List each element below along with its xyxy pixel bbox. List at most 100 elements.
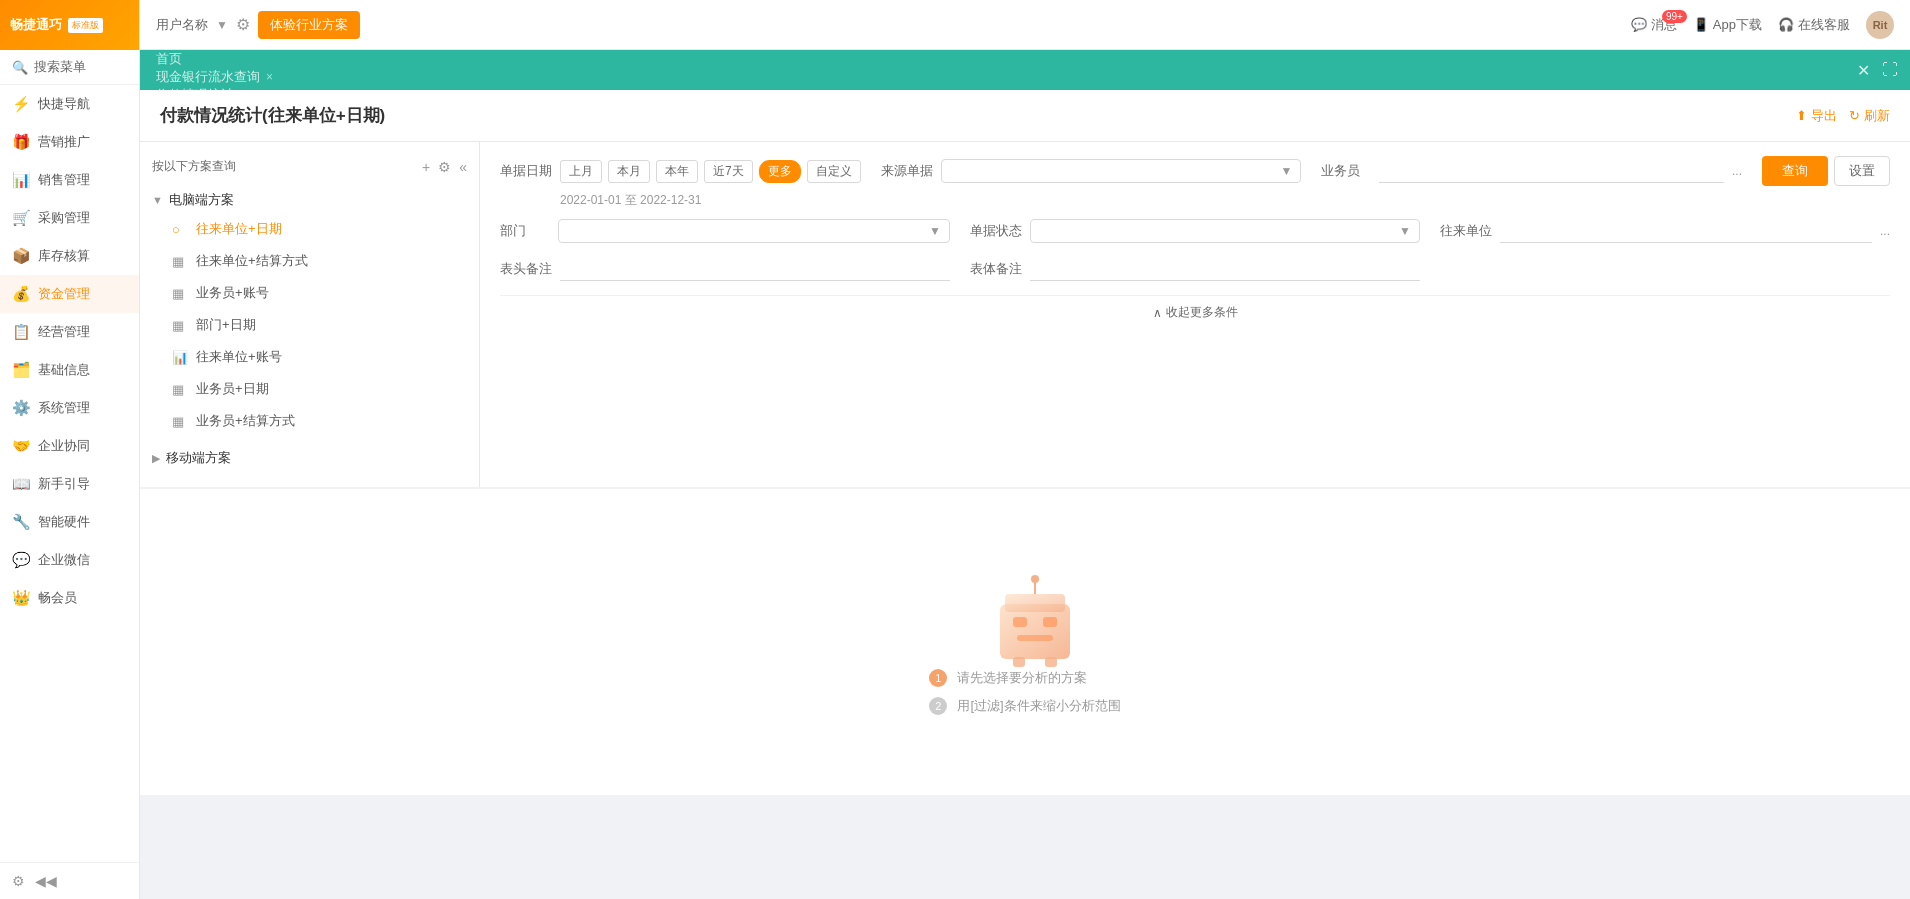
counterpart-field: 往来单位 ... <box>1440 219 1890 243</box>
scheme-item-dept-date[interactable]: ▦部门+日期 <box>140 309 479 341</box>
online-service-button[interactable]: 🎧 在线客服 <box>1778 16 1850 34</box>
doc-status-field: 单据状态 ▼ <box>970 219 1420 243</box>
sidebar-search[interactable]: 🔍 搜索菜单 <box>0 50 139 85</box>
sidebar-item-quick-nav[interactable]: ⚡快捷导航 <box>0 85 139 123</box>
sidebar-item-member[interactable]: 👑畅会员 <box>0 579 139 617</box>
notifications-badge: 99+ <box>1662 10 1687 23</box>
sidebar-item-system[interactable]: ⚙️系统管理 <box>0 389 139 427</box>
dept-label: 部门 <box>500 222 550 240</box>
scheme-icon-counterpart-date: ○ <box>172 222 188 237</box>
hint-text-1: 请先选择要分析的方案 <box>957 669 1087 687</box>
refresh-label: 刷新 <box>1864 107 1890 125</box>
query-button[interactable]: 查询 <box>1762 156 1828 186</box>
sidebar: 畅捷通巧 标准版 🔍 搜索菜单 ⚡快捷导航🎁营销推广📊销售管理🛒采购管理📦库存核… <box>0 0 140 899</box>
tab-close-bank-flow[interactable]: × <box>266 70 273 84</box>
sidebar-item-wechat[interactable]: 💬企业微信 <box>0 541 139 579</box>
doc-status-select[interactable]: ▼ <box>1030 219 1420 243</box>
tabbar-actions: ✕ ⛶ <box>1845 50 1910 90</box>
notifications-button[interactable]: 💬 消息 99+ <box>1631 16 1677 34</box>
app-icon: 📱 <box>1693 17 1709 32</box>
sidebar-item-inventory[interactable]: 📦 库存核算 <box>0 237 139 275</box>
body-note-input[interactable] <box>1030 257 1420 281</box>
source-doc-select[interactable]: ▼ <box>941 159 1302 183</box>
header-note-input[interactable] <box>560 257 950 281</box>
scheme-icon-counterpart-settle: ▦ <box>172 254 188 269</box>
sidebar-icon-inventory: 📦 <box>12 247 30 265</box>
tab-home[interactable]: 首页 <box>140 50 289 68</box>
sidebar-icon-wechat: 💬 <box>12 551 30 569</box>
mobile-scheme-group-header[interactable]: ▶ 移动端方案 <box>140 445 479 471</box>
scheme-add-icon[interactable]: + <box>422 159 430 175</box>
sidebar-icon-enterprise: 🤝 <box>12 437 30 455</box>
salesman-label: 业务员 <box>1321 162 1371 180</box>
scheme-item-counterpart-account[interactable]: 📊往来单位+账号 <box>140 341 479 373</box>
sidebar-label-inventory: 库存核算 <box>38 247 90 265</box>
sidebar-item-finance[interactable]: 💰资金管理 <box>0 275 139 313</box>
scheme-item-counterpart-date[interactable]: ○往来单位+日期 <box>140 213 479 245</box>
scheme-item-salesman-date[interactable]: ▦业务员+日期 <box>140 373 479 405</box>
sidebar-item-enterprise[interactable]: 🤝企业协同 <box>0 427 139 465</box>
sidebar-item-purchase[interactable]: 🛒采购管理 <box>0 199 139 237</box>
sidebar-icon-operations: 📋 <box>12 323 30 341</box>
sidebar-collapse-icon[interactable]: ◀◀ <box>35 873 57 889</box>
date-btn-上月[interactable]: 上月 <box>560 160 602 183</box>
tab-bank-flow[interactable]: 现金银行流水查询× <box>140 68 289 86</box>
order-date-field: 单据日期 上月本月本年近7天更多自定义 <box>500 160 861 183</box>
collapse-label: 收起更多条件 <box>1166 304 1238 321</box>
close-tab-icon[interactable]: ✕ <box>1857 61 1870 80</box>
settings-button[interactable]: 设置 <box>1834 156 1890 186</box>
scheme-settings-icon[interactable]: ⚙ <box>438 159 451 175</box>
date-btn-自定义[interactable]: 自定义 <box>807 160 861 183</box>
sidebar-icon-marketing: 🎁 <box>12 133 30 151</box>
message-icon: 💬 <box>1631 17 1647 32</box>
scheme-item-salesman-settle[interactable]: ▦业务员+结算方式 <box>140 405 479 437</box>
topbar: 用户名称 ▼ ⚙ 体验行业方案 💬 消息 99+ 📱 App下载 🎧 在线客服 … <box>140 0 1910 50</box>
collapse-more-button[interactable]: ∧ 收起更多条件 <box>500 295 1890 329</box>
sidebar-logo: 畅捷通巧 <box>10 16 62 34</box>
sidebar-item-hardware[interactable]: 🔧智能硬件 <box>0 503 139 541</box>
svg-rect-2 <box>1013 617 1027 627</box>
sidebar-item-basic-info[interactable]: 🗂️基础信息 <box>0 351 139 389</box>
avatar[interactable]: Rit <box>1866 11 1894 39</box>
tab-list: 首页现金银行流水查询×收款情况统计×新建方案×付款情况统计× <box>140 50 289 90</box>
sidebar-settings-icon[interactable]: ⚙ <box>12 873 25 889</box>
sidebar-icon-finance: 💰 <box>12 285 30 303</box>
scheme-label-counterpart-account: 往来单位+账号 <box>196 348 282 366</box>
date-btn-近7天[interactable]: 近7天 <box>704 160 753 183</box>
sidebar-label-sales: 销售管理 <box>38 171 90 189</box>
scheme-label-counterpart-settle: 往来单位+结算方式 <box>196 252 308 270</box>
svg-rect-8 <box>1045 657 1057 667</box>
sidebar-label-guide: 新手引导 <box>38 475 90 493</box>
sidebar-item-operations[interactable]: 📋经营管理 <box>0 313 139 351</box>
scheme-sidebar-title: 按以下方案查询 <box>152 158 414 175</box>
svg-rect-0 <box>1000 604 1070 659</box>
salesman-input[interactable] <box>1379 159 1724 183</box>
scheme-collapse-icon[interactable]: « <box>459 159 467 175</box>
sidebar-icon-sales: 📊 <box>12 171 30 189</box>
dept-select[interactable]: ▼ <box>558 219 950 243</box>
date-btn-本月[interactable]: 本月 <box>608 160 650 183</box>
counterpart-input[interactable] <box>1500 219 1872 243</box>
topbar-dropdown-arrow[interactable]: ▼ <box>216 18 228 32</box>
body-note-field: 表体备注 <box>970 257 1420 281</box>
app-download-button[interactable]: 📱 App下载 <box>1693 16 1762 34</box>
expand-tab-icon[interactable]: ⛶ <box>1882 61 1898 79</box>
export-button[interactable]: ⬆ 导出 <box>1796 107 1837 125</box>
sidebar-item-guide[interactable]: 📖新手引导 <box>0 465 139 503</box>
sidebar-item-sales[interactable]: 📊 销售管理 <box>0 161 139 199</box>
export-icon: ⬆ <box>1796 108 1807 123</box>
salesman-dots: ... <box>1732 164 1742 178</box>
counterpart-label: 往来单位 <box>1440 222 1492 240</box>
collapse-icon: ∧ <box>1153 306 1162 320</box>
refresh-button[interactable]: ↻ 刷新 <box>1849 107 1890 125</box>
sidebar-item-marketing[interactable]: 🎁营销推广 <box>0 123 139 161</box>
trial-button[interactable]: 体验行业方案 <box>258 11 360 39</box>
scheme-item-salesman-account[interactable]: ▦业务员+账号 <box>140 277 479 309</box>
topbar-gear-icon[interactable]: ⚙ <box>236 15 250 34</box>
scheme-sidebar: 按以下方案查询 + ⚙ « ▼ 电脑端方案 ○往来单位+日期 ▦ 往来单位+结算方式… <box>140 142 480 487</box>
date-btn-更多[interactable]: 更多 <box>759 160 801 183</box>
date-btn-本年[interactable]: 本年 <box>656 160 698 183</box>
scheme-item-counterpart-settle[interactable]: ▦ 往来单位+结算方式 <box>140 245 479 277</box>
pc-scheme-group-header[interactable]: ▼ 电脑端方案 <box>140 187 479 213</box>
app-download-label: App下载 <box>1713 16 1762 34</box>
